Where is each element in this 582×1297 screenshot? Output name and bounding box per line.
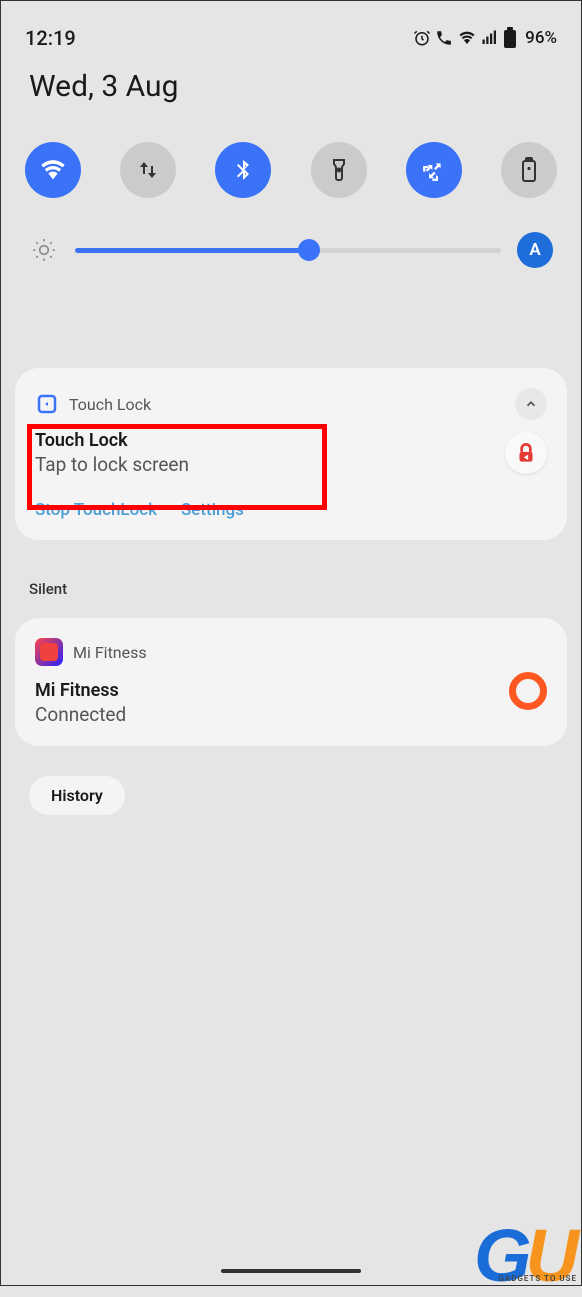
collapse-button[interactable] [515,388,547,420]
date-text: Wed, 3 Aug [29,69,553,104]
silent-section-label: Silent [1,550,581,608]
touchlock-notification[interactable]: Touch Lock Touch Lock Tap to lock screen… [15,368,567,540]
notification-body[interactable]: Touch Lock Tap to lock screen [15,430,567,492]
wifi-toggle[interactable] [25,142,81,198]
mifitness-ring-icon [509,672,547,710]
status-icons: 96% [413,27,557,49]
mobile-data-toggle[interactable] [120,142,176,198]
touchlock-app-name: Touch Lock [69,395,151,414]
auto-brightness-toggle[interactable]: A [517,232,553,268]
auto-rotate-toggle[interactable] [406,142,462,198]
mifitness-title: Mi Fitness [35,680,547,701]
mifitness-app-name: Mi Fitness [73,643,147,662]
notification-title: Touch Lock [35,430,547,451]
brightness-icon [29,235,59,265]
quick-settings-toggles [1,128,581,212]
notification-header: Touch Lock [15,368,567,430]
history-button[interactable]: History [29,776,125,815]
notification-actions: Stop TouchLock Settings [15,492,567,540]
mifitness-app-icon [35,638,63,666]
battery-percentage: 96% [525,28,557,48]
voip-icon [435,29,453,47]
stop-touchlock-action[interactable]: Stop TouchLock [35,500,157,520]
alarm-icon [413,29,431,47]
navigation-pill[interactable] [221,1269,361,1273]
brightness-slider-row: A [1,212,581,288]
bluetooth-toggle[interactable] [215,142,271,198]
settings-action[interactable]: Settings [181,500,244,520]
touchlock-app-icon [35,392,59,416]
mifitness-subtitle: Connected [35,703,547,726]
battery-icon [503,27,517,49]
status-bar: 12:19 96% [1,1,581,61]
notification-subtitle: Tap to lock screen [35,453,547,476]
flashlight-toggle[interactable] [311,142,367,198]
battery-saver-toggle[interactable] [501,142,557,198]
mifitness-notification[interactable]: Mi Fitness Mi Fitness Connected [15,618,567,746]
status-time: 12:19 [25,26,76,50]
watermark-caption: GADGETS TO USE [498,1274,577,1283]
signal-icon [481,29,499,47]
wifi-status-icon [457,29,477,47]
mifitness-header: Mi Fitness [35,638,547,666]
date-header: Wed, 3 Aug [1,61,581,128]
lock-youtube-icon [505,432,547,474]
brightness-slider[interactable] [75,248,501,253]
